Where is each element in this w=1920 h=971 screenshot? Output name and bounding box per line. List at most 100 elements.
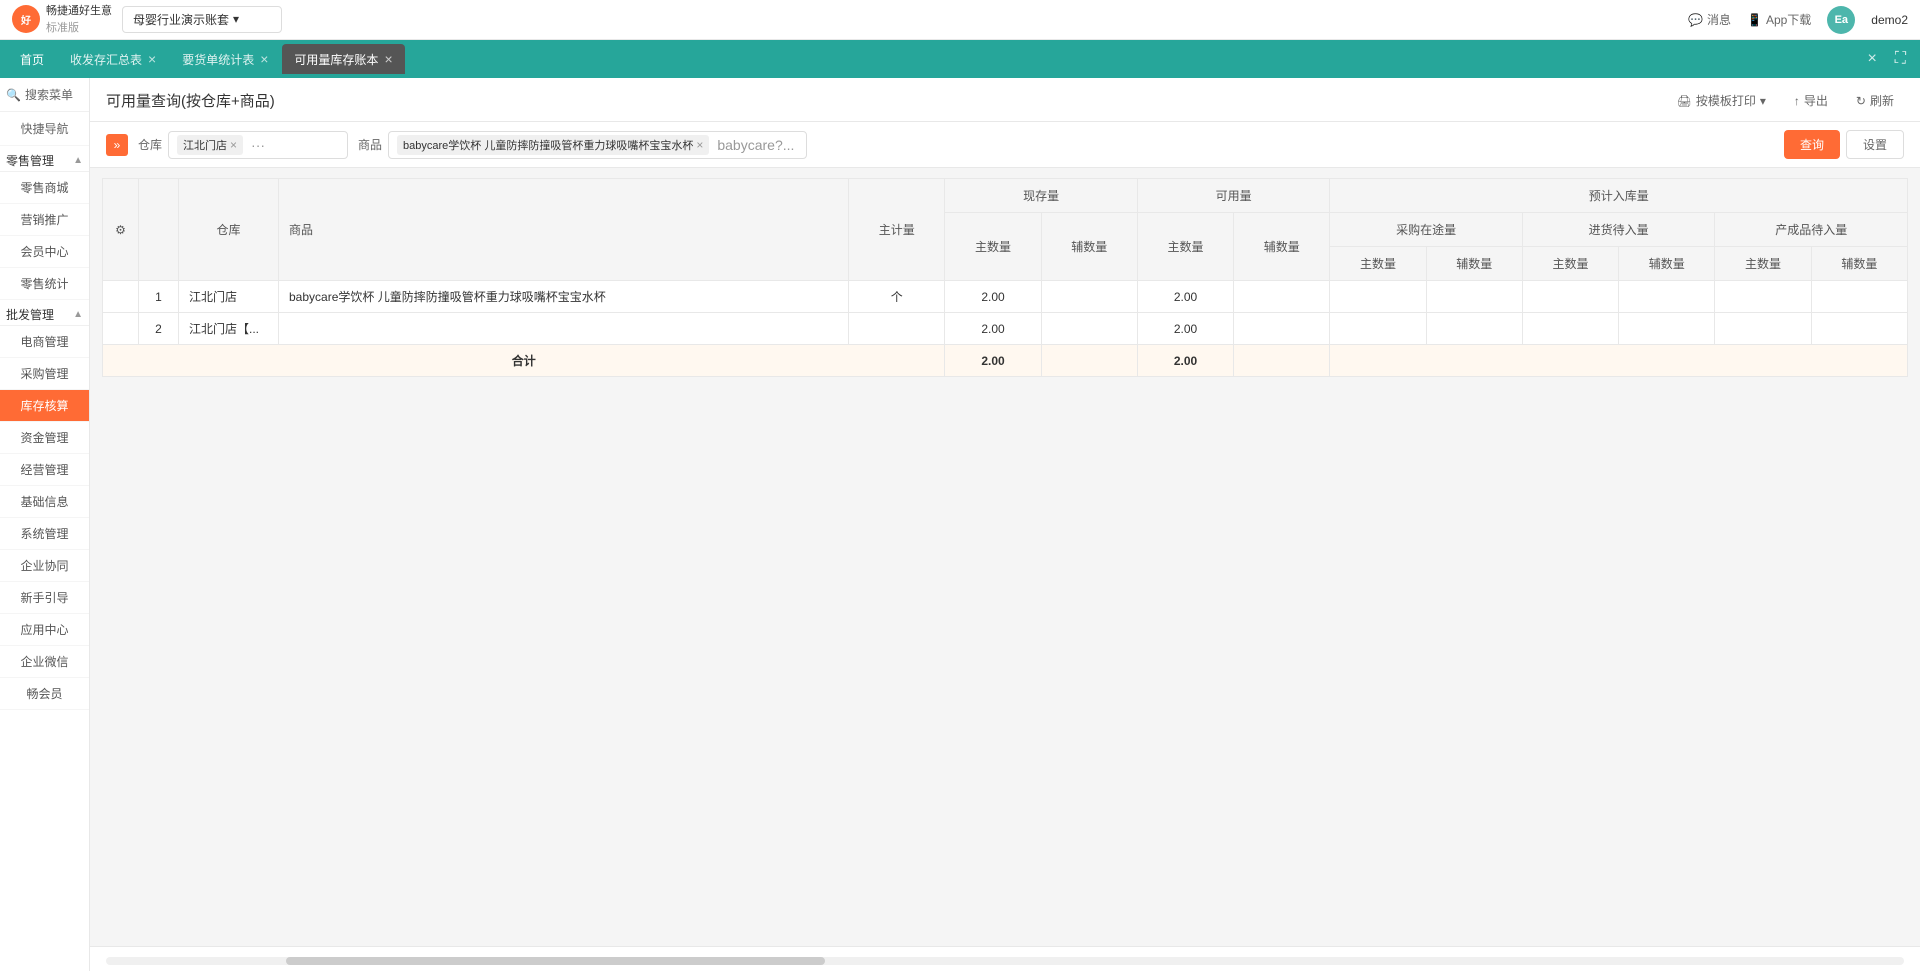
- sidebar-section-wholesale[interactable]: 批发管理 ▲: [0, 300, 89, 326]
- avatar[interactable]: Ea: [1827, 6, 1855, 34]
- tab-receive-pay[interactable]: 收发存汇总表 ×: [58, 44, 168, 74]
- expand-btn[interactable]: ⛶: [1889, 48, 1912, 70]
- th-purchase-transit: 采购在途量: [1330, 213, 1523, 247]
- sidebar-search-label: 搜索菜单: [25, 86, 73, 103]
- td-warehouse-2: 江北门店【...: [179, 313, 279, 345]
- table-row: 1 江北门店 babycare学饮杯 儿童防摔防撞吸管杯重力球吸嘴杯宝宝水杯 个…: [103, 281, 1908, 313]
- horizontal-scrollbar[interactable]: [106, 957, 1904, 965]
- sidebar-search[interactable]: 🔍 搜索菜单: [0, 78, 89, 112]
- td-finished-pending-main-1: [1715, 281, 1811, 313]
- settings-btn[interactable]: 设置: [1846, 130, 1904, 159]
- sidebar-item-purchase[interactable]: 采购管理: [0, 358, 89, 390]
- td-num-1: 1: [139, 281, 179, 313]
- td-available-aux-2: [1234, 313, 1330, 345]
- td-summary-current-aux: [1041, 345, 1137, 377]
- wholesale-mgmt-label: 批发管理: [6, 306, 54, 323]
- sidebar-item-marketing[interactable]: 营销推广: [0, 204, 89, 236]
- th-current-stock: 现存量: [945, 179, 1138, 213]
- th-available-aux: 辅数量: [1234, 213, 1330, 281]
- logo-icon: 好: [12, 5, 40, 33]
- sidebar-item-enterprise[interactable]: 企业协同: [0, 550, 89, 582]
- warehouse-filter-label: 仓库: [138, 136, 162, 153]
- tab-order-stats-close[interactable]: ×: [260, 52, 268, 66]
- product-tag-close[interactable]: ×: [696, 138, 703, 152]
- avatar-text: Ea: [1835, 14, 1848, 26]
- tab-bar-actions: × ⛶: [1861, 48, 1912, 70]
- sidebar-item-inventory[interactable]: 库存核算: [0, 390, 89, 422]
- sidebar-item-member[interactable]: 畅会员: [0, 678, 89, 710]
- template-label: 标准版: [46, 19, 112, 35]
- sidebar-item-ecommerce[interactable]: 电商管理: [0, 326, 89, 358]
- sidebar-section-retail[interactable]: 零售管理 ▲: [0, 146, 89, 172]
- export-btn[interactable]: ↑ 导出: [1784, 88, 1838, 113]
- tab-home-label: 首页: [20, 51, 44, 68]
- query-btn[interactable]: 查询: [1784, 130, 1840, 159]
- th-finished-pending-main: 主数量: [1715, 247, 1811, 281]
- warehouse-tag-close[interactable]: ×: [230, 138, 237, 152]
- warehouse-filter-more[interactable]: ···: [247, 137, 269, 153]
- filter-expand-btn[interactable]: »: [106, 134, 128, 156]
- filter-bar: » 仓库 江北门店 × ··· 商品 babycare学饮杯 儿童防摔防撞吸管杯…: [90, 122, 1920, 168]
- scrollbar-thumb[interactable]: [286, 957, 825, 965]
- app-download-btn[interactable]: 📱 App下载: [1747, 11, 1811, 28]
- logo-text: 畅捷通好生意: [46, 4, 112, 18]
- td-purchase-transit-main-1: [1330, 281, 1426, 313]
- td-product-1: babycare学饮杯 儿童防摔防撞吸管杯重力球吸嘴杯宝宝水杯: [279, 281, 849, 313]
- sidebar-quick-nav[interactable]: 快捷导航: [0, 112, 89, 146]
- close-all-btn[interactable]: ×: [1861, 48, 1882, 70]
- td-warehouse-1: 江北门店: [179, 281, 279, 313]
- sidebar-item-operations[interactable]: 经营管理: [0, 454, 89, 486]
- data-table: ⚙ 仓库 商品 主计量 现存量 可用量 预计入库量 主数量 辅数量 主数量: [102, 178, 1908, 377]
- product-tag-text: babycare学饮杯 儿童防摔防撞吸管杯重力球吸嘴杯宝宝水杯: [403, 137, 693, 153]
- th-available: 可用量: [1137, 179, 1330, 213]
- main-layout: 🔍 搜索菜单 快捷导航 零售管理 ▲ 零售商城 营销推广 会员中心 零售统计 批…: [0, 78, 1920, 971]
- td-available-main-2: 2.00: [1137, 313, 1233, 345]
- th-main-unit: 主计量: [849, 179, 945, 281]
- summary-row: 合计 2.00 2.00: [103, 345, 1908, 377]
- td-inbound-pending-main-1: [1522, 281, 1618, 313]
- product-filter-more-dots[interactable]: babycare?...: [713, 137, 798, 153]
- th-warehouse: 仓库: [179, 179, 279, 281]
- message-label: 消息: [1707, 11, 1731, 28]
- tab-order-stats[interactable]: 要货单统计表 ×: [170, 44, 280, 74]
- tab-home[interactable]: 首页: [8, 44, 56, 74]
- warehouse-filter-input[interactable]: 江北门店 × ···: [168, 131, 348, 159]
- td-summary-available-aux: [1234, 345, 1330, 377]
- product-filter-input[interactable]: babycare学饮杯 儿童防摔防撞吸管杯重力球吸嘴杯宝宝水杯 × babyca…: [388, 131, 807, 159]
- tab-available-stock[interactable]: 可用量库存账本 ×: [282, 44, 404, 74]
- td-summary-available-main: 2.00: [1137, 345, 1233, 377]
- sidebar-item-member-center[interactable]: 会员中心: [0, 236, 89, 268]
- sidebar-item-retail-store[interactable]: 零售商城: [0, 172, 89, 204]
- sidebar-item-finance[interactable]: 资金管理: [0, 422, 89, 454]
- td-current-aux-1: [1041, 281, 1137, 313]
- th-inbound-pending-aux: 辅数量: [1619, 247, 1715, 281]
- td-num-2: 2: [139, 313, 179, 345]
- product-tag: babycare学饮杯 儿童防摔防撞吸管杯重力球吸嘴杯宝宝水杯 ×: [397, 135, 709, 155]
- td-finished-pending-main-2: [1715, 313, 1811, 345]
- th-current-aux: 辅数量: [1041, 213, 1137, 281]
- th-inbound-pending: 进货待入量: [1522, 213, 1715, 247]
- warehouse-filter-group: 仓库 江北门店 × ···: [138, 131, 348, 159]
- table-header-row-1: ⚙ 仓库 商品 主计量 现存量 可用量 预计入库量: [103, 179, 1908, 213]
- td-current-aux-2: [1041, 313, 1137, 345]
- sidebar-item-wechat[interactable]: 企业微信: [0, 646, 89, 678]
- refresh-btn[interactable]: ↻ 刷新: [1846, 88, 1904, 113]
- th-inbound-pending-main: 主数量: [1522, 247, 1618, 281]
- industry-selector[interactable]: 母婴行业演示账套 ▾: [122, 6, 282, 33]
- sidebar-item-guide[interactable]: 新手引导: [0, 582, 89, 614]
- gear-icon[interactable]: ⚙: [115, 223, 126, 237]
- sidebar-item-retail-stats[interactable]: 零售统计: [0, 268, 89, 300]
- username: demo2: [1871, 13, 1908, 27]
- tab-available-stock-close[interactable]: ×: [384, 52, 392, 66]
- th-expected-inbound: 预计入库量: [1330, 179, 1908, 213]
- industry-selector-text: 母婴行业演示账套: [133, 11, 229, 28]
- td-inbound-pending-aux-2: [1619, 313, 1715, 345]
- tab-receive-pay-close[interactable]: ×: [148, 52, 156, 66]
- sidebar-item-basic-info[interactable]: 基础信息: [0, 486, 89, 518]
- sidebar-item-app-center[interactable]: 应用中心: [0, 614, 89, 646]
- sidebar-item-system[interactable]: 系统管理: [0, 518, 89, 550]
- scrollbar-container: [106, 953, 1904, 965]
- message-btn[interactable]: 💬 消息: [1688, 11, 1731, 28]
- template-print-btn[interactable]: 🖨 按模板打印 ▾: [1667, 88, 1776, 113]
- top-bar-left: 好 畅捷通好生意 标准版 母婴行业演示账套 ▾: [12, 4, 282, 34]
